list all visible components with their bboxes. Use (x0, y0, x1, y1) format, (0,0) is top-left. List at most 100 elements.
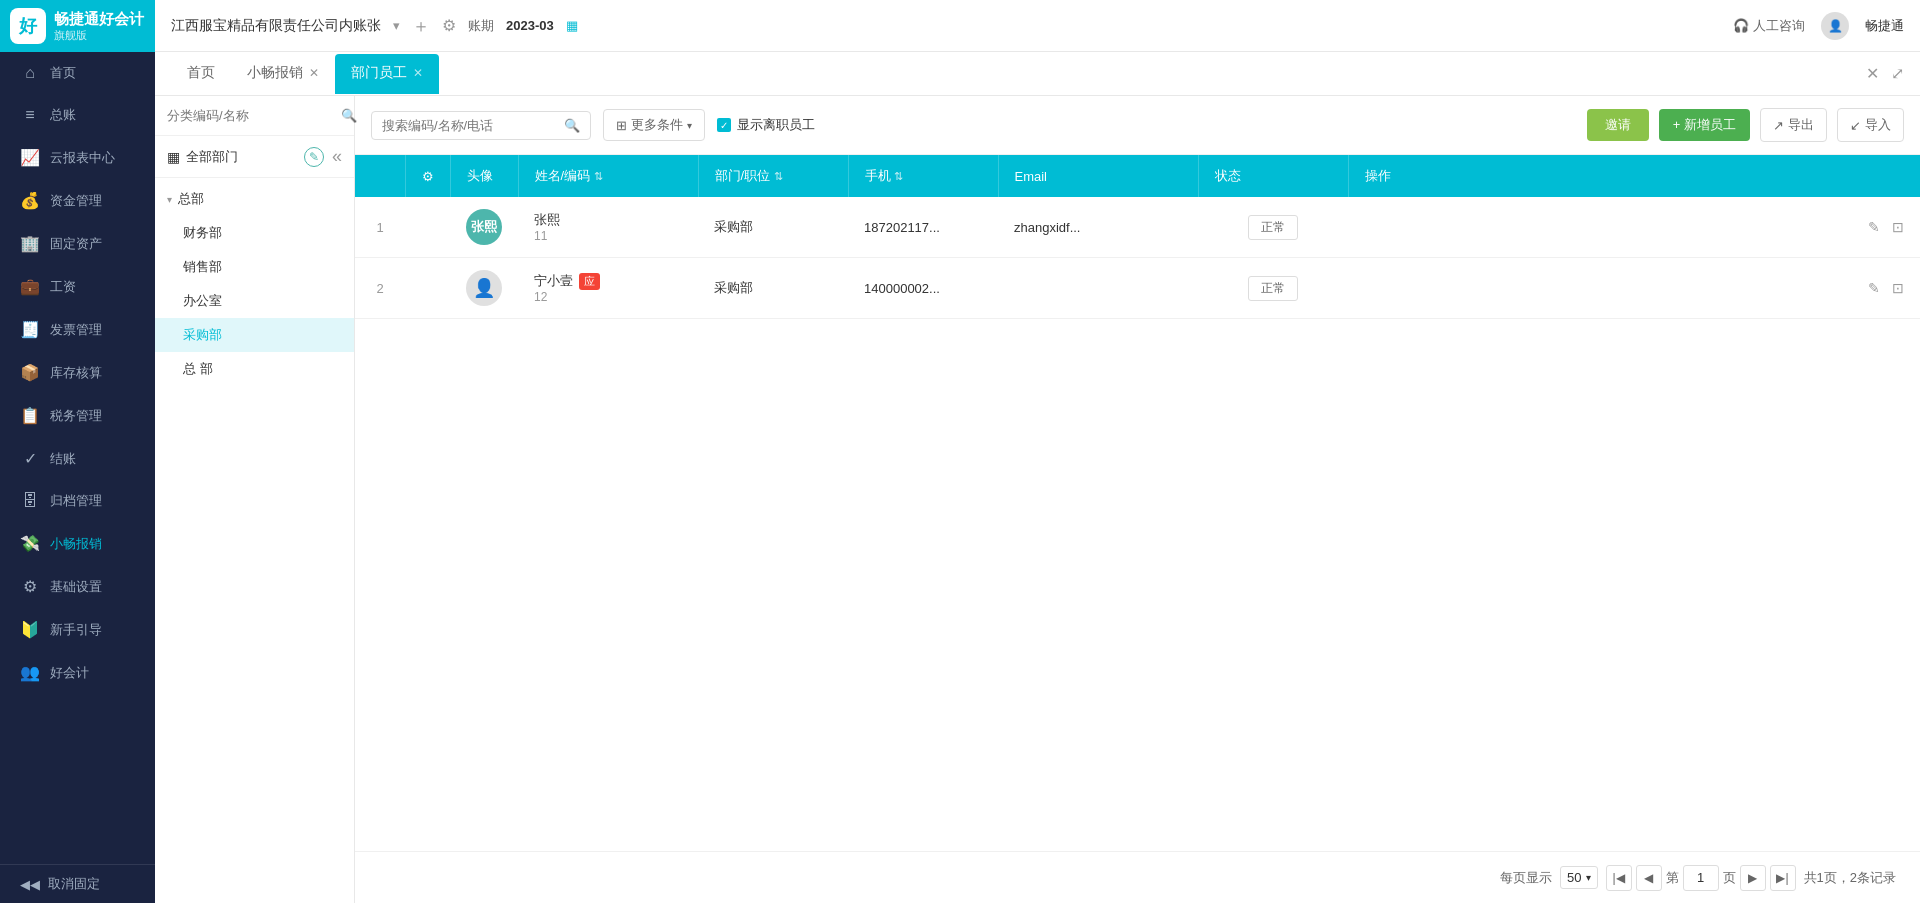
per-page-label: 每页显示 (1500, 869, 1552, 887)
expand-icon[interactable]: ⤢ (1891, 64, 1904, 83)
row-avatar: 张熙 (450, 197, 518, 258)
pin-icon: ◀◀ (20, 877, 40, 892)
company-name: 江西服宝精品有限责任公司内账张 (171, 17, 381, 35)
dept-node-purchase[interactable]: 采购部 (155, 318, 354, 352)
emp-search-input[interactable] (382, 118, 558, 133)
tab-dept-close-icon[interactable]: ✕ (413, 66, 423, 80)
table-row: 1 张熙 张熙 11 采购部 187202117... zhangxidf...… (355, 197, 1920, 258)
tab-expense-close-icon[interactable]: ✕ (309, 66, 319, 80)
filter-label: 更多条件 (631, 116, 683, 134)
sidebar-item-salary[interactable]: 💼 工资 (0, 265, 155, 308)
sidebar-item-checkout[interactable]: ✓ 结账 (0, 437, 155, 480)
list-toolbar: 🔍 ⊞ 更多条件 ▾ ✓ 显示离职员工 邀请 + 新增员工 ↗ 导出 (355, 96, 1920, 155)
row-dept: 采购部 (698, 258, 848, 319)
table-row: 2 👤 宁小壹 应 12 采购部 140000002... 正常 ✎ ⊡ (355, 258, 1920, 319)
sidebar-item-expense[interactable]: 💸 小畅报销 (0, 522, 155, 565)
status-badge-label: 正常 (1248, 276, 1298, 301)
filter-button[interactable]: ⊞ 更多条件 ▾ (603, 109, 705, 141)
add-company-button[interactable]: ＋ (412, 14, 430, 38)
row-avatar: 👤 (450, 258, 518, 319)
edit-icon[interactable]: ✎ (1868, 280, 1880, 296)
sidebar-item-home[interactable]: ⌂ 首页 (0, 52, 155, 94)
last-page-button[interactable]: ▶| (1770, 865, 1796, 891)
sidebar-item-tax[interactable]: 📋 税务管理 (0, 394, 155, 437)
dept-edit-icon[interactable]: ✎ (304, 147, 324, 167)
import-label: 导入 (1865, 116, 1891, 134)
per-page-select[interactable]: 50 ▾ (1560, 866, 1597, 889)
first-page-button[interactable]: |◀ (1606, 865, 1632, 891)
import-button[interactable]: ↙ 导入 (1837, 108, 1904, 142)
row-gear (405, 258, 450, 319)
assets-icon: 🏢 (20, 234, 40, 253)
app-sub: 旗舰版 (54, 28, 144, 43)
settings-icon: ⚙ (20, 577, 40, 596)
tab-home[interactable]: 首页 (171, 54, 231, 94)
sidebar-item-settings[interactable]: ⚙ 基础设置 (0, 565, 155, 608)
col-avatar-header: 头像 (450, 155, 518, 197)
sidebar-item-inventory[interactable]: 📦 库存核算 (0, 351, 155, 394)
col-dept-header[interactable]: 部门/职位 ⇅ (698, 155, 848, 197)
row-action: ✎ ⊡ (1348, 258, 1920, 319)
sidebar-item-ledger[interactable]: ≡ 总账 (0, 94, 155, 136)
dept-node-sales[interactable]: 销售部 (155, 250, 354, 284)
export-button[interactable]: ↗ 导出 (1760, 108, 1827, 142)
invite-button[interactable]: 邀请 (1587, 109, 1649, 141)
dept-panel: 🔍 ▦ 全部部门 ✎ « ▾ 总部 财务部 (155, 96, 355, 903)
row-email: zhangxidf... (998, 197, 1198, 258)
close-window-icon[interactable]: ✕ (1866, 64, 1879, 83)
tab-expense[interactable]: 小畅报销 ✕ (231, 54, 335, 94)
tab-dept-employee[interactable]: 部门员工 ✕ (335, 54, 439, 94)
dept-search-input[interactable] (167, 108, 335, 123)
dept-collapse-icon[interactable]: « (332, 146, 342, 167)
add-employee-button[interactable]: + 新增员工 (1659, 109, 1750, 141)
page-input[interactable] (1683, 865, 1719, 891)
col-status-header: 状态 (1198, 155, 1348, 197)
row-phone: 140000002... (848, 258, 998, 319)
col-phone-header[interactable]: 手机 ⇅ (848, 155, 998, 197)
show-left-label[interactable]: ✓ 显示离职员工 (717, 116, 815, 134)
unpin-button[interactable]: ◀◀ 取消固定 (0, 864, 155, 903)
sidebar-item-guide[interactable]: 🔰 新手引导 (0, 608, 155, 651)
import-icon: ↙ (1850, 118, 1861, 133)
calendar-icon[interactable]: ▦ (566, 18, 578, 33)
filter-chevron-icon: ▾ (687, 120, 692, 131)
more-icon[interactable]: ⊡ (1892, 280, 1904, 296)
show-left-text: 显示离职员工 (737, 116, 815, 134)
col-settings-header[interactable]: ⚙ (405, 155, 450, 197)
col-action-header: 操作 (1348, 155, 1920, 197)
logo-area: 好 畅捷通好会计 旗舰版 (0, 0, 155, 52)
page-nav: |◀ ◀ 第 页 ▶ ▶| (1606, 865, 1796, 891)
more-icon[interactable]: ⊡ (1892, 219, 1904, 235)
dept-purchase-label: 采购部 (183, 326, 222, 344)
dept-all-label-area[interactable]: ▦ 全部部门 (167, 148, 238, 166)
dept-node-root[interactable]: ▾ 总部 (155, 182, 354, 216)
sidebar-label: 固定资产 (50, 235, 102, 253)
headset-icon: 🎧 (1733, 18, 1749, 33)
emp-search-icon[interactable]: 🔍 (564, 118, 580, 133)
sidebar-item-archive[interactable]: 🗄 归档管理 (0, 480, 155, 522)
sidebar: 好 畅捷通好会计 旗舰版 ⌂ 首页 ≡ 总账 📈 云报表中心 💰 资金管理 🏢 … (0, 0, 155, 903)
sidebar-item-fund[interactable]: 💰 资金管理 (0, 179, 155, 222)
dept-search-box: 🔍 (155, 96, 354, 136)
ledger-icon: ≡ (20, 106, 40, 124)
company-dropdown-icon[interactable]: ▾ (393, 18, 400, 33)
sidebar-item-reports[interactable]: 📈 云报表中心 (0, 136, 155, 179)
filter-icon: ⊞ (616, 118, 627, 133)
page-prefix: 第 (1666, 869, 1679, 887)
col-name-header[interactable]: 姓名/编码 ⇅ (518, 155, 698, 197)
dept-node-hq[interactable]: 总 部 (155, 352, 354, 386)
sidebar-item-assets[interactable]: 🏢 固定资产 (0, 222, 155, 265)
sidebar-item-invoice[interactable]: 🧾 发票管理 (0, 308, 155, 351)
edit-icon[interactable]: ✎ (1868, 219, 1880, 235)
user-name[interactable]: 畅捷通 (1865, 17, 1904, 35)
dept-sort-icon: ⇅ (774, 170, 783, 182)
prev-page-button[interactable]: ◀ (1636, 865, 1662, 891)
next-page-button[interactable]: ▶ (1740, 865, 1766, 891)
sidebar-item-partner[interactable]: 👥 好会计 (0, 651, 155, 694)
dept-node-finance[interactable]: 财务部 (155, 216, 354, 250)
dept-node-office[interactable]: 办公室 (155, 284, 354, 318)
settings-button[interactable]: ⚙ (442, 16, 456, 35)
header-right: 🎧 人工咨询 👤 畅捷通 (1733, 12, 1904, 40)
avatar: 👤 (1821, 12, 1849, 40)
service-button[interactable]: 🎧 人工咨询 (1733, 17, 1805, 35)
